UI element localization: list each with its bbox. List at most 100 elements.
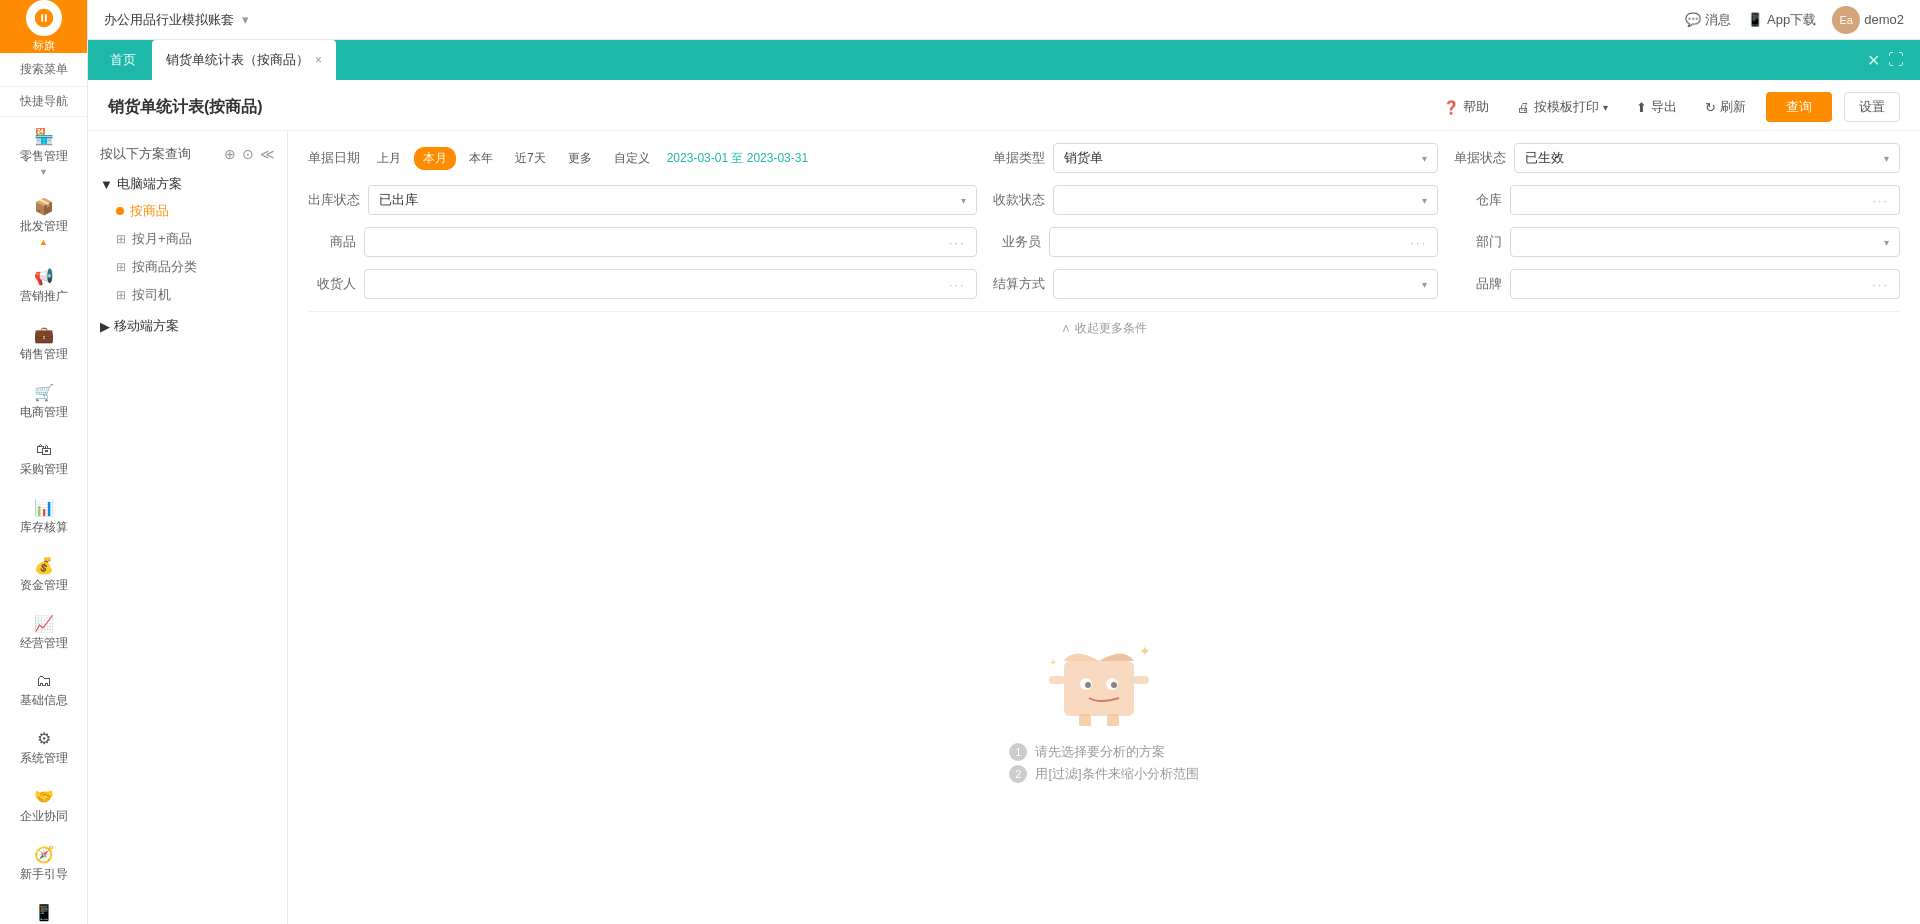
svg-rect-5: [1049, 676, 1065, 684]
filter-field-out-status: 出库状态 已出库 ▾: [308, 185, 977, 215]
sidebar-item-marketing[interactable]: 📢 营销推广: [0, 257, 87, 315]
doc-status-value: 已生效: [1525, 149, 1564, 167]
scheme-collapse-icon[interactable]: ≪: [260, 146, 275, 162]
sidebar-item-operations[interactable]: 📈 经营管理: [0, 604, 87, 662]
salesperson-input[interactable]: ···: [1049, 227, 1439, 257]
doc-type-input[interactable]: 销货单 ▾: [1053, 143, 1439, 173]
date-chips-group: 上月 本月 本年 近7天 更多 自定义: [368, 147, 659, 170]
query-btn[interactable]: 查询: [1766, 92, 1832, 122]
goods-more-icon: ···: [949, 235, 966, 250]
doc-status-input[interactable]: 已生效 ▾: [1514, 143, 1900, 173]
sidebar-item-inventory[interactable]: 📊 库存核算: [0, 488, 87, 546]
tab-home[interactable]: 首页: [96, 40, 150, 80]
purchase-icon: 🛍: [36, 441, 52, 459]
filter-field-payment: 结算方式 ▾: [993, 269, 1439, 299]
refresh-btn[interactable]: ↻ 刷新: [1697, 94, 1754, 120]
sidebar-item-appcenter[interactable]: 📱 应用中心: [0, 893, 87, 924]
filter-field-department: 部门 ▾: [1454, 227, 1900, 257]
message-icon: 💬: [1685, 12, 1701, 27]
out-status-input[interactable]: 已出库 ▾: [368, 185, 977, 215]
tab-sales-stats[interactable]: 销货单统计表（按商品） ×: [152, 40, 336, 80]
industry-label: 办公用品行业模拟账套: [104, 11, 234, 29]
avatar: Ea: [1832, 6, 1860, 34]
payment-method-label: 结算方式: [993, 275, 1053, 293]
svg-rect-7: [1079, 714, 1091, 726]
chip-7-days[interactable]: 近7天: [506, 147, 555, 170]
salesperson-more-icon: ···: [1410, 235, 1427, 250]
scheme-header-label: 按以下方案查询: [100, 145, 191, 163]
empty-illustration: ✦ ✦: [1034, 621, 1174, 731]
svg-rect-6: [1133, 676, 1149, 684]
scheme-add-icon[interactable]: ⊕: [224, 146, 236, 162]
scheme-header: 按以下方案查询 ⊕ ⊙ ≪: [88, 141, 287, 171]
tab-minimize-btn[interactable]: ✕: [1867, 51, 1880, 70]
sidebar-item-retail[interactable]: 🏪 零售管理 ▼: [0, 117, 87, 187]
payment-method-input[interactable]: ▾: [1053, 269, 1439, 299]
goods-input[interactable]: ···: [364, 227, 977, 257]
sidebar-item-enterprise[interactable]: 🤝 企业协同: [0, 777, 87, 835]
empty-steps-list: 1 请先选择要分析的方案 2 用[过滤]条件来缩小分析范围: [1009, 743, 1198, 783]
svg-point-3: [1085, 682, 1091, 688]
finance-icon: 💰: [34, 556, 54, 575]
chip-last-month[interactable]: 上月: [368, 147, 410, 170]
sidebar-quick-nav[interactable]: 快捷导航: [0, 87, 87, 117]
sidebar-item-newuser[interactable]: 🧭 新手引导: [0, 835, 87, 893]
scheme-panel: 按以下方案查询 ⊕ ⊙ ≪ ▼ 电脑端方案 按商品: [88, 131, 288, 924]
export-icon: ⬆: [1636, 100, 1647, 115]
enterprise-icon: 🤝: [34, 787, 54, 806]
receipt-status-input[interactable]: ▾: [1053, 185, 1439, 215]
warehouse-input[interactable]: ···: [1510, 185, 1900, 215]
print-dropdown-icon: ▾: [1603, 102, 1608, 113]
svg-text:✦: ✦: [1139, 643, 1151, 659]
out-status-label: 出库状态: [308, 191, 368, 209]
svg-rect-8: [1107, 714, 1119, 726]
scheme-edit-icon[interactable]: ⊙: [242, 146, 254, 162]
out-status-dropdown-icon: ▾: [961, 195, 966, 206]
department-input[interactable]: ▾: [1510, 227, 1900, 257]
chip-more[interactable]: 更多: [559, 147, 601, 170]
scheme-group-pc-title[interactable]: ▼ 电脑端方案: [88, 171, 287, 197]
empty-step-1: 1 请先选择要分析的方案: [1009, 743, 1198, 761]
system-icon: ⚙: [37, 729, 51, 748]
chip-custom[interactable]: 自定义: [605, 147, 659, 170]
chip-this-year[interactable]: 本年: [460, 147, 502, 170]
sidebar-item-finance[interactable]: 💰 资金管理: [0, 546, 87, 604]
date-field-label: 单据日期: [308, 149, 368, 167]
chip-this-month[interactable]: 本月: [414, 147, 456, 170]
sidebar-item-basic[interactable]: 🗂 基础信息: [0, 662, 87, 719]
user-avatar-area[interactable]: Ea demo2: [1832, 6, 1904, 34]
scheme-header-icons: ⊕ ⊙ ≪: [224, 146, 275, 162]
brand-more-icon: ···: [1872, 277, 1889, 292]
sidebar-item-wholesale[interactable]: 📦 批发管理 ▲: [0, 187, 87, 257]
scheme-item-by-category[interactable]: ⊞ 按商品分类: [88, 253, 287, 281]
sidebar-item-ecommerce[interactable]: 🛒 电商管理: [0, 373, 87, 431]
help-btn[interactable]: ❓ 帮助: [1435, 94, 1497, 120]
collapse-more-conditions-btn[interactable]: ∧ 收起更多条件: [308, 311, 1900, 345]
message-btn[interactable]: 💬 消息: [1685, 11, 1731, 29]
sidebar-item-sales[interactable]: 💼 销售管理: [0, 315, 87, 373]
scheme-item-by-driver[interactable]: ⊞ 按司机: [88, 281, 287, 309]
tab-fullscreen-btn[interactable]: ⛶: [1888, 51, 1904, 69]
tab-close-icon[interactable]: ×: [315, 53, 322, 67]
app-download-btn[interactable]: 📱 App下载: [1747, 11, 1816, 29]
filter-and-results: 单据日期 上月 本月 本年 近7天 更多 自定义 20: [288, 131, 1920, 924]
scheme-item-by-goods[interactable]: 按商品: [88, 197, 287, 225]
dropdown-chevron[interactable]: ▾: [242, 12, 249, 27]
sidebar-item-system[interactable]: ⚙ 系统管理: [0, 719, 87, 777]
scheme-group-pc: ▼ 电脑端方案 按商品 ⊞ 按月+商品 ⊞ 按商品分类: [88, 171, 287, 309]
sidebar-item-purchase[interactable]: 🛍 采购管理: [0, 431, 87, 488]
salesperson-label: 业务员: [993, 233, 1049, 251]
sidebar-search-menu[interactable]: 搜索菜单: [0, 53, 87, 87]
receipt-status-dropdown-icon: ▾: [1422, 195, 1427, 206]
scheme-item-by-month-goods[interactable]: ⊞ 按月+商品: [88, 225, 287, 253]
brand-input[interactable]: ···: [1510, 269, 1900, 299]
scheme-group-mobile-title[interactable]: ▶ 移动端方案: [88, 313, 287, 339]
newuser-icon: 🧭: [34, 845, 54, 864]
filter-field-receipt-status: 收款状态 ▾: [993, 185, 1439, 215]
grid-icon-3: ⊞: [116, 288, 126, 302]
print-btn[interactable]: 🖨 按模板打印 ▾: [1509, 94, 1616, 120]
settings-btn[interactable]: 设置: [1844, 92, 1900, 122]
receiver-input[interactable]: ···: [364, 269, 977, 299]
export-btn[interactable]: ⬆ 导出: [1628, 94, 1685, 120]
doc-type-label: 单据类型: [993, 149, 1053, 167]
